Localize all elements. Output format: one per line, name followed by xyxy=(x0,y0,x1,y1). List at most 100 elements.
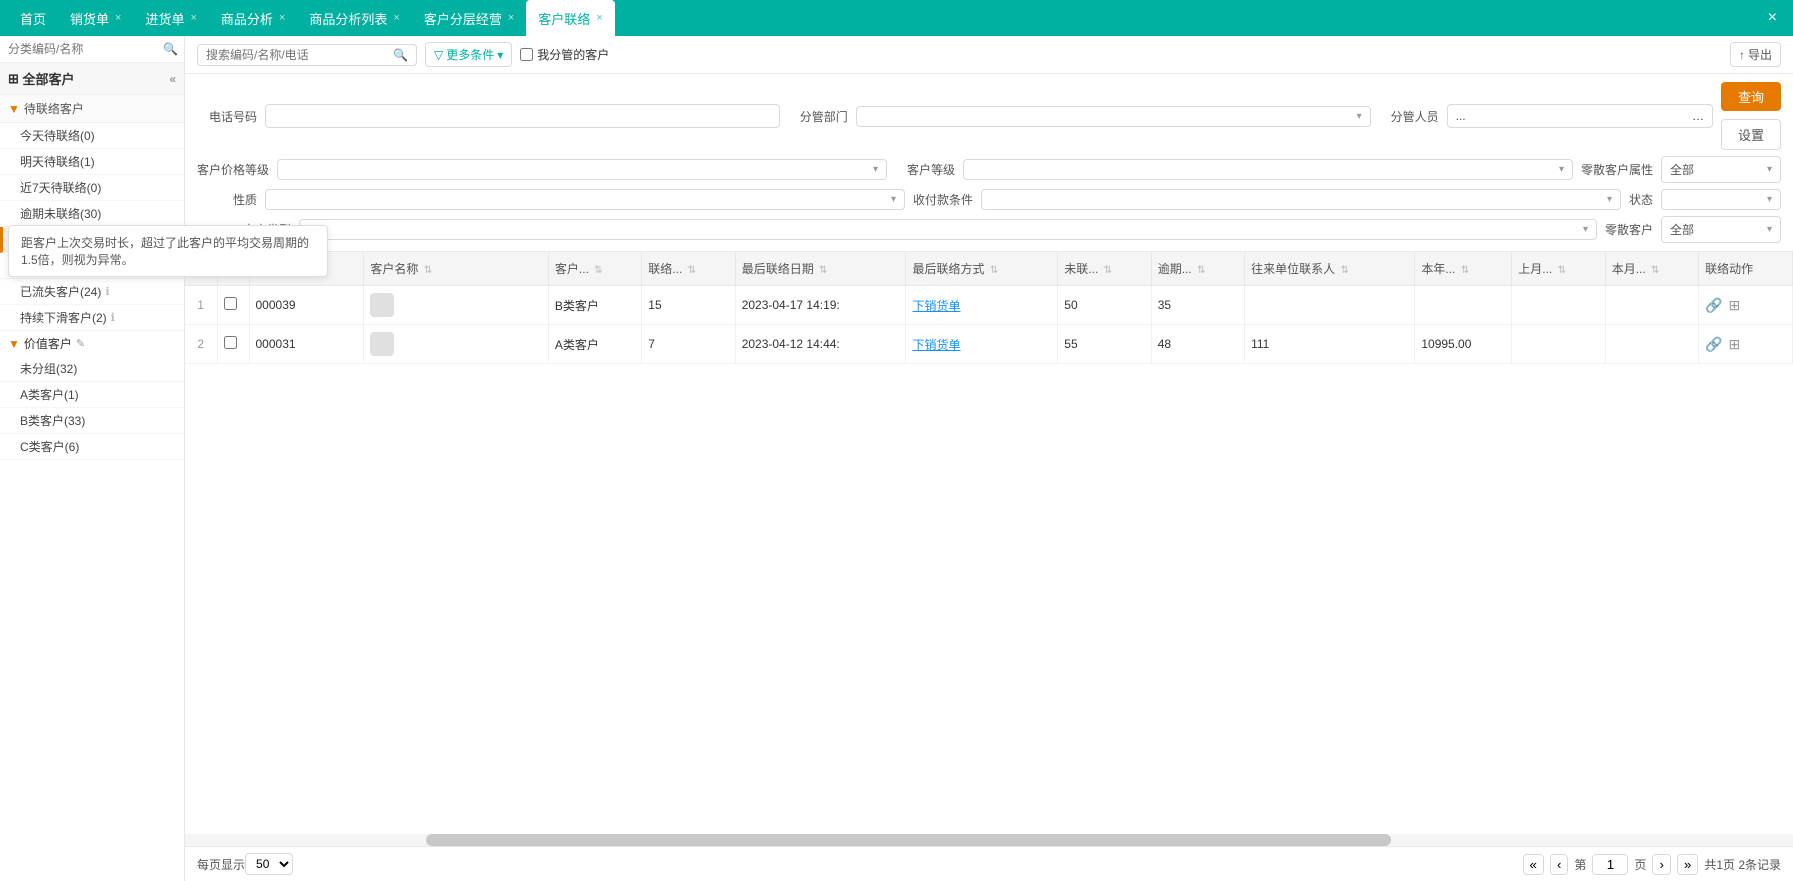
prev-page-button[interactable]: ‹ xyxy=(1550,854,1568,875)
sidebar-class-b[interactable]: B类客户(33) xyxy=(0,408,184,434)
th-overdue[interactable]: 逾期... ⇅ xyxy=(1151,252,1244,286)
row-1-grid-action-icon[interactable]: ⊞ xyxy=(1729,297,1741,314)
more-filters-button[interactable]: ▽ 更多条件 ▾ xyxy=(425,42,512,67)
close-customer-contact-tab[interactable]: × xyxy=(596,12,602,24)
page-number-input[interactable] xyxy=(1592,854,1628,875)
nav-customer-contact[interactable]: 客户联络 × xyxy=(526,0,614,36)
th-last-month[interactable]: 上月... ⇅ xyxy=(1512,252,1605,286)
filter-row-3: 性质 ▾ 收付款条件 ▾ 状态 ▾ xyxy=(197,189,1781,210)
horizontal-scrollbar[interactable] xyxy=(185,834,1793,846)
nav-customer-segment[interactable]: 客户分层经营 × xyxy=(412,0,526,36)
status-label: 状态 xyxy=(1629,191,1653,208)
th-grade[interactable]: 客户... ⇅ xyxy=(548,252,641,286)
sidebar-ungrouped[interactable]: 未分组(32) xyxy=(0,356,184,382)
retail-attr-select[interactable]: 全部 ▾ xyxy=(1661,156,1781,183)
close-product-analysis-tab[interactable]: × xyxy=(279,12,285,24)
row-2-contact-count: 7 xyxy=(642,325,735,364)
sidebar-all-customers[interactable]: ⊞ 全部客户 « xyxy=(0,63,184,95)
main-layout: 🔍 ⊞ 全部客户 « ▼ 待联络客户 今天待联络(0) 明天待联络(1) 近7天… xyxy=(0,36,1793,881)
last-month-sort-icon: ⇅ xyxy=(1558,265,1566,276)
manager-more-icon: … xyxy=(1692,109,1704,123)
gender-select[interactable]: ▾ xyxy=(265,189,905,210)
row-1-last-contact-method[interactable]: 下销货单 xyxy=(906,286,1058,325)
sidebar-tomorrow-contact[interactable]: 明天待联络(1) xyxy=(0,149,184,175)
filter-search-icon[interactable]: 🔍 xyxy=(393,48,408,62)
row-2-this-month xyxy=(1605,325,1698,364)
page-of-label: 页 xyxy=(1634,856,1646,873)
row-2-link-action-icon[interactable]: 🔗 xyxy=(1705,336,1722,353)
sidebar-class-a[interactable]: A类客户(1) xyxy=(0,382,184,408)
sidebar-today-contact[interactable]: 今天待联络(0) xyxy=(0,123,184,149)
value-group-edit-icon[interactable]: ✎ xyxy=(76,337,85,350)
next-page-button[interactable]: › xyxy=(1652,854,1670,875)
close-sales-tab[interactable]: × xyxy=(115,12,121,24)
th-contact-person[interactable]: 往来单位联系人 ⇅ xyxy=(1245,252,1415,286)
dept-select[interactable]: ▾ xyxy=(856,106,1371,127)
sidebar-pending-contact-group[interactable]: ▼ 待联络客户 xyxy=(0,95,184,123)
retail-customer-label: 零散客户 xyxy=(1605,221,1653,238)
sidebar-7days-contact[interactable]: 近7天待联络(0) xyxy=(0,175,184,201)
status-select[interactable]: ▾ xyxy=(1661,189,1781,210)
nav-purchase[interactable]: 进货单 × xyxy=(133,0,208,36)
close-customer-segment-tab[interactable]: × xyxy=(508,12,514,24)
close-purchase-tab[interactable]: × xyxy=(190,12,196,24)
sidebar-declining[interactable]: 持续下滑客户(2) ℹ xyxy=(0,305,184,331)
close-product-list-tab[interactable]: × xyxy=(393,12,399,24)
th-last-contact-date[interactable]: 最后联络日期 ⇅ xyxy=(735,252,906,286)
row-2-checkbox[interactable] xyxy=(224,336,237,349)
manager-field[interactable]: ... … xyxy=(1447,104,1713,128)
sidebar-search-icon[interactable]: 🔍 xyxy=(163,42,178,56)
row-1-last-contact-date: 2023-04-17 14:19: xyxy=(735,286,906,325)
row-2-last-contact-method[interactable]: 下销货单 xyxy=(906,325,1058,364)
th-uncontacted[interactable]: 未联... ⇅ xyxy=(1058,252,1151,286)
row-1-contact-person xyxy=(1245,286,1415,325)
export-icon: ↑ xyxy=(1739,48,1745,62)
my-customers-checkbox-label[interactable]: 我分管的客户 xyxy=(520,46,609,63)
row-1-last-month xyxy=(1512,286,1605,325)
phone-input[interactable] xyxy=(274,109,771,123)
row-2-checkbox-cell[interactable] xyxy=(217,325,249,364)
retail-customer-select[interactable]: 全部 ▾ xyxy=(1661,216,1781,243)
phone-input-field[interactable] xyxy=(265,104,780,128)
nav-sales[interactable]: 销货单 × xyxy=(58,0,133,36)
first-page-button[interactable]: « xyxy=(1523,854,1544,875)
row-2-uncontacted: 55 xyxy=(1058,325,1151,364)
th-last-contact-method[interactable]: 最后联络方式 ⇅ xyxy=(906,252,1058,286)
per-page-select[interactable]: 50 xyxy=(245,853,293,875)
th-this-month[interactable]: 本月... ⇅ xyxy=(1605,252,1698,286)
price-grade-select[interactable]: ▾ xyxy=(277,159,887,180)
row-1-checkbox-cell[interactable] xyxy=(217,286,249,325)
query-button[interactable]: 查询 xyxy=(1721,82,1781,111)
settings-button[interactable]: 设置 xyxy=(1721,119,1781,150)
export-button[interactable]: ↑ 导出 xyxy=(1730,42,1781,67)
sidebar-value-group-header[interactable]: ▼ 价值客户 ✎ xyxy=(0,331,184,356)
nav-product-list[interactable]: 商品分析列表 × xyxy=(297,0,411,36)
row-2-name xyxy=(364,325,548,364)
repurchase-tooltip: 距客户上次交易时长，超过了此客户的平均交易周期的1.5倍，则视为异常。 xyxy=(185,225,328,277)
retail-attr-arrow: ▾ xyxy=(1767,164,1772,175)
row-1-link-action-icon[interactable]: 🔗 xyxy=(1705,297,1722,314)
sidebar-search-input[interactable] xyxy=(8,42,163,56)
my-customers-checkbox[interactable] xyxy=(520,48,533,61)
th-contact-count[interactable]: 联络... ⇅ xyxy=(642,252,735,286)
sidebar-overdue-contact[interactable]: 逾期未联络(30) xyxy=(0,201,184,227)
last-date-sort-icon: ⇅ xyxy=(819,265,827,276)
customer-type-select[interactable]: ▾ xyxy=(299,219,1597,240)
sidebar-class-c[interactable]: C类客户(6) xyxy=(0,434,184,460)
customer-grade-select[interactable]: ▾ xyxy=(963,159,1573,180)
filter-row-1: 电话号码 分管部门 ▾ 分管人员 ... … 查询 设置 xyxy=(197,82,1781,150)
nav-product-analysis[interactable]: 商品分析 × xyxy=(209,0,297,36)
payment-select[interactable]: ▾ xyxy=(981,189,1621,210)
last-page-button[interactable]: » xyxy=(1677,854,1698,875)
row-2-grid-action-icon[interactable]: ⊞ xyxy=(1729,336,1741,353)
nav-home[interactable]: 首页 xyxy=(8,0,58,36)
payment-arrow: ▾ xyxy=(1607,194,1612,205)
window-close-button[interactable]: × xyxy=(1760,9,1785,27)
th-this-year[interactable]: 本年... ⇅ xyxy=(1415,252,1512,286)
sidebar-churned[interactable]: 已流失客户(24) ℹ xyxy=(0,279,184,305)
scroll-thumb[interactable] xyxy=(426,834,1391,846)
sidebar-collapse-btn[interactable]: « xyxy=(169,72,176,86)
th-name[interactable]: 客户名称 ⇅ xyxy=(364,252,548,286)
filter-search-input[interactable] xyxy=(206,48,393,62)
row-1-checkbox[interactable] xyxy=(224,297,237,310)
